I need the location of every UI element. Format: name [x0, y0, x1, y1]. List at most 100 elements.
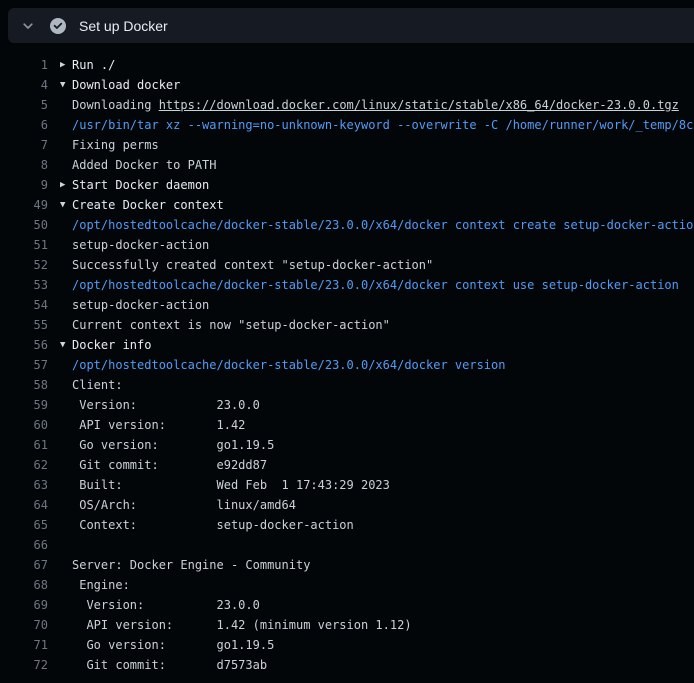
log-line-text: Added Docker to PATH	[72, 155, 694, 175]
line-number[interactable]: 69	[0, 595, 48, 615]
line-number[interactable]: 64	[0, 495, 48, 515]
log-line-text: /opt/hostedtoolcache/docker-stable/23.0.…	[72, 275, 694, 295]
group-expanded-icon[interactable]: ▼	[60, 75, 72, 95]
line-number[interactable]: 57	[0, 355, 48, 375]
gutter-spacer	[60, 135, 72, 155]
log-line: 65 Context: setup-docker-action	[0, 515, 694, 535]
log-line-text[interactable]: Run ./	[72, 55, 694, 75]
log-line-text: Fixing perms	[72, 135, 694, 155]
log-line-text: Current context is now "setup-docker-act…	[72, 315, 694, 335]
gutter-spacer	[60, 575, 72, 595]
log-group-line: 49 ▼Create Docker context	[0, 195, 694, 215]
log-line-text[interactable]: Create Docker context	[72, 195, 694, 215]
gutter-spacer	[60, 395, 72, 415]
log-group-line: 56 ▼Docker info	[0, 335, 694, 355]
group-expanded-icon[interactable]: ▼	[60, 195, 72, 215]
log-line-text: /usr/bin/tar xz --warning=no-unknown-key…	[72, 115, 694, 135]
gutter-spacer	[60, 255, 72, 275]
line-number[interactable]: 5	[0, 95, 48, 115]
log-line-text[interactable]: Docker info	[72, 335, 694, 355]
log-line-text[interactable]: Download docker	[72, 75, 694, 95]
log-line-text: Engine:	[72, 575, 694, 595]
line-number[interactable]: 63	[0, 475, 48, 495]
step-title: Set up Docker	[79, 18, 168, 34]
line-number[interactable]: 67	[0, 555, 48, 575]
line-number[interactable]: 65	[0, 515, 48, 535]
line-number[interactable]: 58	[0, 375, 48, 395]
line-number[interactable]: 56	[0, 335, 48, 355]
log-line: 6/usr/bin/tar xz --warning=no-unknown-ke…	[0, 115, 694, 135]
log-line: 50/opt/hostedtoolcache/docker-stable/23.…	[0, 215, 694, 235]
group-expanded-icon[interactable]: ▼	[60, 335, 72, 355]
line-number[interactable]: 72	[0, 655, 48, 675]
line-number[interactable]: 59	[0, 395, 48, 415]
log-area: 1▶Run ./4▼Download docker5Downloading ht…	[0, 43, 694, 683]
gutter-spacer	[60, 355, 72, 375]
log-line-text: Context: setup-docker-action	[72, 515, 694, 535]
log-line-text: Go version: go1.19.5	[72, 635, 694, 655]
gutter-spacer	[60, 595, 72, 615]
log-line: 70 API version: 1.42 (minimum version 1.…	[0, 615, 694, 635]
gutter-spacer	[60, 475, 72, 495]
log-line: 59 Version: 23.0.0	[0, 395, 694, 415]
log-line: 61 Go version: go1.19.5	[0, 435, 694, 455]
log-line: 72 Git commit: d7573ab	[0, 655, 694, 675]
download-url-link[interactable]: https://download.docker.com/linux/static…	[159, 98, 679, 112]
log-text-prefix: Downloading	[72, 98, 159, 112]
line-number[interactable]: 8	[0, 155, 48, 175]
log-line-text: Git commit: d7573ab	[72, 655, 694, 675]
line-number[interactable]: 1	[0, 55, 48, 75]
gutter-spacer	[60, 615, 72, 635]
line-number[interactable]: 70	[0, 615, 48, 635]
line-number[interactable]: 50	[0, 215, 48, 235]
line-number[interactable]: 60	[0, 415, 48, 435]
log-line-text[interactable]: Start Docker daemon	[72, 175, 694, 195]
line-number[interactable]: 6	[0, 115, 48, 135]
command-text: /opt/hostedtoolcache/docker-stable/23.0.…	[72, 358, 505, 372]
line-number[interactable]: 9	[0, 175, 48, 195]
log-line-text: Go version: go1.19.5	[72, 435, 694, 455]
log-line: 71 Go version: go1.19.5	[0, 635, 694, 655]
log-line-text: setup-docker-action	[72, 295, 694, 315]
gutter-spacer	[60, 555, 72, 575]
log-line-text: API version: 1.42 (minimum version 1.12)	[72, 615, 694, 635]
log-line: 63 Built: Wed Feb 1 17:43:29 2023	[0, 475, 694, 495]
line-number[interactable]: 53	[0, 275, 48, 295]
log-line: 55 Current context is now "setup-docker-a…	[0, 315, 694, 335]
line-number[interactable]: 68	[0, 575, 48, 595]
log-line-text: API version: 1.42	[72, 415, 694, 435]
line-number[interactable]: 71	[0, 635, 48, 655]
log-line: 64 OS/Arch: linux/amd64	[0, 495, 694, 515]
log-line: 57/opt/hostedtoolcache/docker-stable/23.…	[0, 355, 694, 375]
line-number[interactable]: 62	[0, 455, 48, 475]
chevron-down-icon[interactable]	[16, 14, 40, 38]
log-line: 69 Version: 23.0.0	[0, 595, 694, 615]
group-collapsed-icon[interactable]: ▶	[60, 55, 72, 75]
line-number[interactable]: 61	[0, 435, 48, 455]
line-number[interactable]: 7	[0, 135, 48, 155]
line-number[interactable]: 55	[0, 315, 48, 335]
log-line-text	[72, 535, 694, 555]
line-number[interactable]: 54	[0, 295, 48, 315]
group-collapsed-icon[interactable]: ▶	[60, 175, 72, 195]
log-line-text: Client:	[72, 375, 694, 395]
log-line: 67Server: Docker Engine - Community	[0, 555, 694, 575]
log-line: 8 Added Docker to PATH	[0, 155, 694, 175]
log-line: 5 Downloading https://download.docker.com…	[0, 95, 694, 115]
gutter-spacer	[60, 95, 72, 115]
gutter-spacer	[60, 115, 72, 135]
line-number[interactable]: 4	[0, 75, 48, 95]
gutter-spacer	[60, 635, 72, 655]
command-text: /usr/bin/tar xz --warning=no-unknown-key…	[72, 118, 694, 132]
command-text: /opt/hostedtoolcache/docker-stable/23.0.…	[72, 218, 694, 232]
line-number[interactable]: 51	[0, 235, 48, 255]
log-line: 51setup-docker-action	[0, 235, 694, 255]
check-circle-icon	[50, 18, 66, 34]
line-number[interactable]: 52	[0, 255, 48, 275]
line-number[interactable]: 66	[0, 535, 48, 555]
step-header[interactable]: Set up Docker	[8, 8, 694, 43]
gutter-spacer	[60, 535, 72, 555]
gutter-spacer	[60, 435, 72, 455]
gutter-spacer	[60, 315, 72, 335]
line-number[interactable]: 49	[0, 195, 48, 215]
